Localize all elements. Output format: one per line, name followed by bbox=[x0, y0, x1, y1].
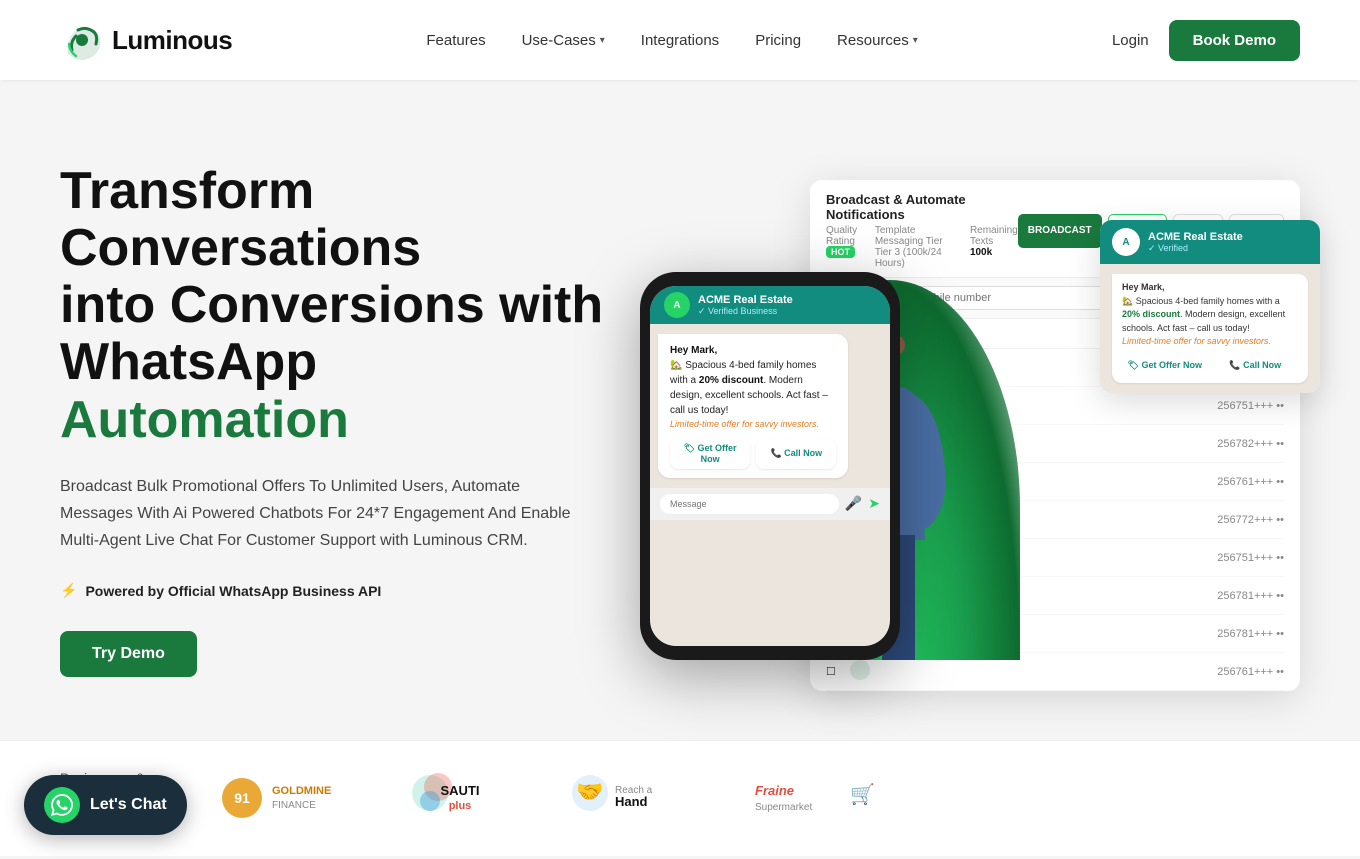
svg-text:SAUTI: SAUTI bbox=[441, 783, 480, 798]
phone-status-bar: A ACME Real Estate ✓ Verified Business bbox=[650, 286, 890, 324]
phone-contact-info: A ACME Real Estate ✓ Verified Business bbox=[664, 292, 793, 318]
logos-strip: Businesses & Agencies Love Luminous CRM … bbox=[0, 740, 1360, 856]
book-demo-button[interactable]: Book Demo bbox=[1169, 20, 1300, 61]
reach-a-hand-logo: 🤝 Reach a Hand bbox=[570, 773, 690, 823]
hero-subtitle: Broadcast Bulk Promotional Offers To Unl… bbox=[60, 473, 580, 555]
phone-call-button[interactable]: 📞 Call Now bbox=[756, 438, 836, 469]
phone-chat-area: Hey Mark, 🏡 Spacious 4-bed family homes … bbox=[650, 324, 890, 488]
svg-text:FINANCE: FINANCE bbox=[272, 800, 316, 811]
logo[interactable]: Luminous bbox=[60, 18, 232, 62]
svg-text:plus: plus bbox=[449, 800, 472, 812]
nav-right: Login Book Demo bbox=[1112, 20, 1300, 61]
chat-contact-avatar: A bbox=[1112, 228, 1140, 256]
phone-chat-buttons: 🏷 Get Offer Now 📞 Call Now bbox=[670, 438, 836, 469]
chat-contact-info: ACME Real Estate ✓ Verified bbox=[1148, 231, 1243, 254]
phone-greeting: Hey Mark, bbox=[670, 345, 717, 356]
nav-pricing[interactable]: Pricing bbox=[755, 32, 801, 49]
phone-verified: ✓ Verified Business bbox=[698, 306, 793, 317]
broadcast-button[interactable]: BROADCAST bbox=[1018, 214, 1102, 248]
phone-mockup: A ACME Real Estate ✓ Verified Business H… bbox=[640, 272, 900, 660]
hero-right: Broadcast & Automate Notifications Quali… bbox=[610, 180, 1300, 660]
nav-links: Features Use-Cases ▾ Integrations Pricin… bbox=[426, 32, 917, 49]
chat-widget-label: Let's Chat bbox=[90, 796, 167, 814]
call-now-button[interactable]: 📞 Call Now bbox=[1213, 355, 1299, 376]
phone-contact-name: ACME Real Estate bbox=[698, 294, 793, 306]
nav-integrations[interactable]: Integrations bbox=[641, 32, 719, 49]
svg-text:🤝: 🤝 bbox=[576, 779, 603, 804]
chat-contact-name: ACME Real Estate bbox=[1148, 231, 1243, 243]
phone-message-input[interactable] bbox=[660, 494, 839, 514]
dashboard-title: Broadcast & Automate Notifications bbox=[826, 192, 1018, 222]
phone-message: 🏡 Spacious 4-bed family homes with a 20%… bbox=[670, 358, 836, 418]
powered-badge: ⚡ Powered by Official WhatsApp Business … bbox=[60, 582, 610, 599]
chat-preview-bubble: Hey Mark, 🏡 Spacious 4-bed family homes … bbox=[1112, 274, 1308, 383]
limited-offer: Limited-time offer for savvy investors. bbox=[1122, 335, 1298, 349]
nav-features[interactable]: Features bbox=[426, 32, 485, 49]
phone-contact-avatar: A bbox=[664, 292, 690, 318]
chat-preview-card: A ACME Real Estate ✓ Verified Hey Mark, … bbox=[1100, 220, 1320, 393]
hero-left: Transform Conversations into Conversions… bbox=[60, 163, 610, 678]
send-icon: ➤ bbox=[868, 495, 880, 512]
svg-text:Supermarket: Supermarket bbox=[755, 802, 812, 813]
svg-text:91: 91 bbox=[234, 790, 250, 806]
get-offer-button[interactable]: 🏷 Get Offer Now bbox=[1122, 355, 1208, 376]
svg-text:Hand: Hand bbox=[615, 794, 648, 809]
nav-usecases[interactable]: Use-Cases ▾ bbox=[522, 32, 605, 49]
svg-text:GOLDMINE: GOLDMINE bbox=[272, 785, 331, 797]
chat-preview-body: Hey Mark, 🏡 Spacious 4-bed family homes … bbox=[1100, 264, 1320, 393]
chat-message: 🏡 Spacious 4-bed family homes with a 20%… bbox=[1122, 295, 1298, 336]
hero-title-highlight: Automation bbox=[60, 391, 349, 449]
sauti-logo: SAUTI plus bbox=[410, 773, 510, 823]
mic-icon: 🎤 bbox=[845, 495, 862, 512]
usecases-chevron: ▾ bbox=[600, 35, 605, 46]
chat-action-buttons: 🏷 Get Offer Now 📞 Call Now bbox=[1122, 355, 1298, 376]
phone-contact-details: ACME Real Estate ✓ Verified Business bbox=[698, 294, 793, 317]
partner-logos: 91 GOLDMINE FINANCE SAUTI plus 🤝 Reach a… bbox=[220, 773, 1300, 823]
try-demo-button[interactable]: Try Demo bbox=[60, 631, 197, 677]
chat-greeting: Hey Mark, bbox=[1122, 281, 1298, 295]
login-button[interactable]: Login bbox=[1112, 32, 1149, 49]
phone-offer-button[interactable]: 🏷 Get Offer Now bbox=[670, 438, 750, 469]
svg-text:Fraine: Fraine bbox=[755, 783, 794, 798]
phone-input-bar: 🎤 ➤ bbox=[650, 488, 890, 520]
hero-section: Transform Conversations into Conversions… bbox=[0, 80, 1360, 740]
hero-title: Transform Conversations into Conversions… bbox=[60, 163, 610, 449]
resources-chevron: ▾ bbox=[913, 35, 918, 46]
verified-label: ✓ Verified bbox=[1148, 243, 1243, 254]
whatsapp-icon bbox=[44, 787, 80, 823]
logo-icon bbox=[60, 18, 104, 62]
fraine-logo: Fraine Supermarket 🛒 bbox=[750, 773, 910, 823]
phone-screen: A ACME Real Estate ✓ Verified Business H… bbox=[650, 286, 890, 646]
nav-resources[interactable]: Resources ▾ bbox=[837, 32, 918, 49]
navbar: Luminous Features Use-Cases ▾ Integratio… bbox=[0, 0, 1360, 80]
phone-limited: Limited-time offer for savvy investors. bbox=[670, 418, 836, 432]
chat-widget[interactable]: Let's Chat bbox=[24, 775, 187, 835]
phone-chat-bubble: Hey Mark, 🏡 Spacious 4-bed family homes … bbox=[658, 334, 848, 478]
lightning-icon: ⚡ bbox=[60, 582, 77, 599]
logo-text: Luminous bbox=[112, 25, 232, 56]
chat-preview-header: A ACME Real Estate ✓ Verified bbox=[1100, 220, 1320, 264]
phone-frame: A ACME Real Estate ✓ Verified Business H… bbox=[640, 272, 900, 660]
goldmine-logo: 91 GOLDMINE FINANCE bbox=[220, 773, 350, 823]
svg-text:🛒: 🛒 bbox=[850, 782, 875, 806]
